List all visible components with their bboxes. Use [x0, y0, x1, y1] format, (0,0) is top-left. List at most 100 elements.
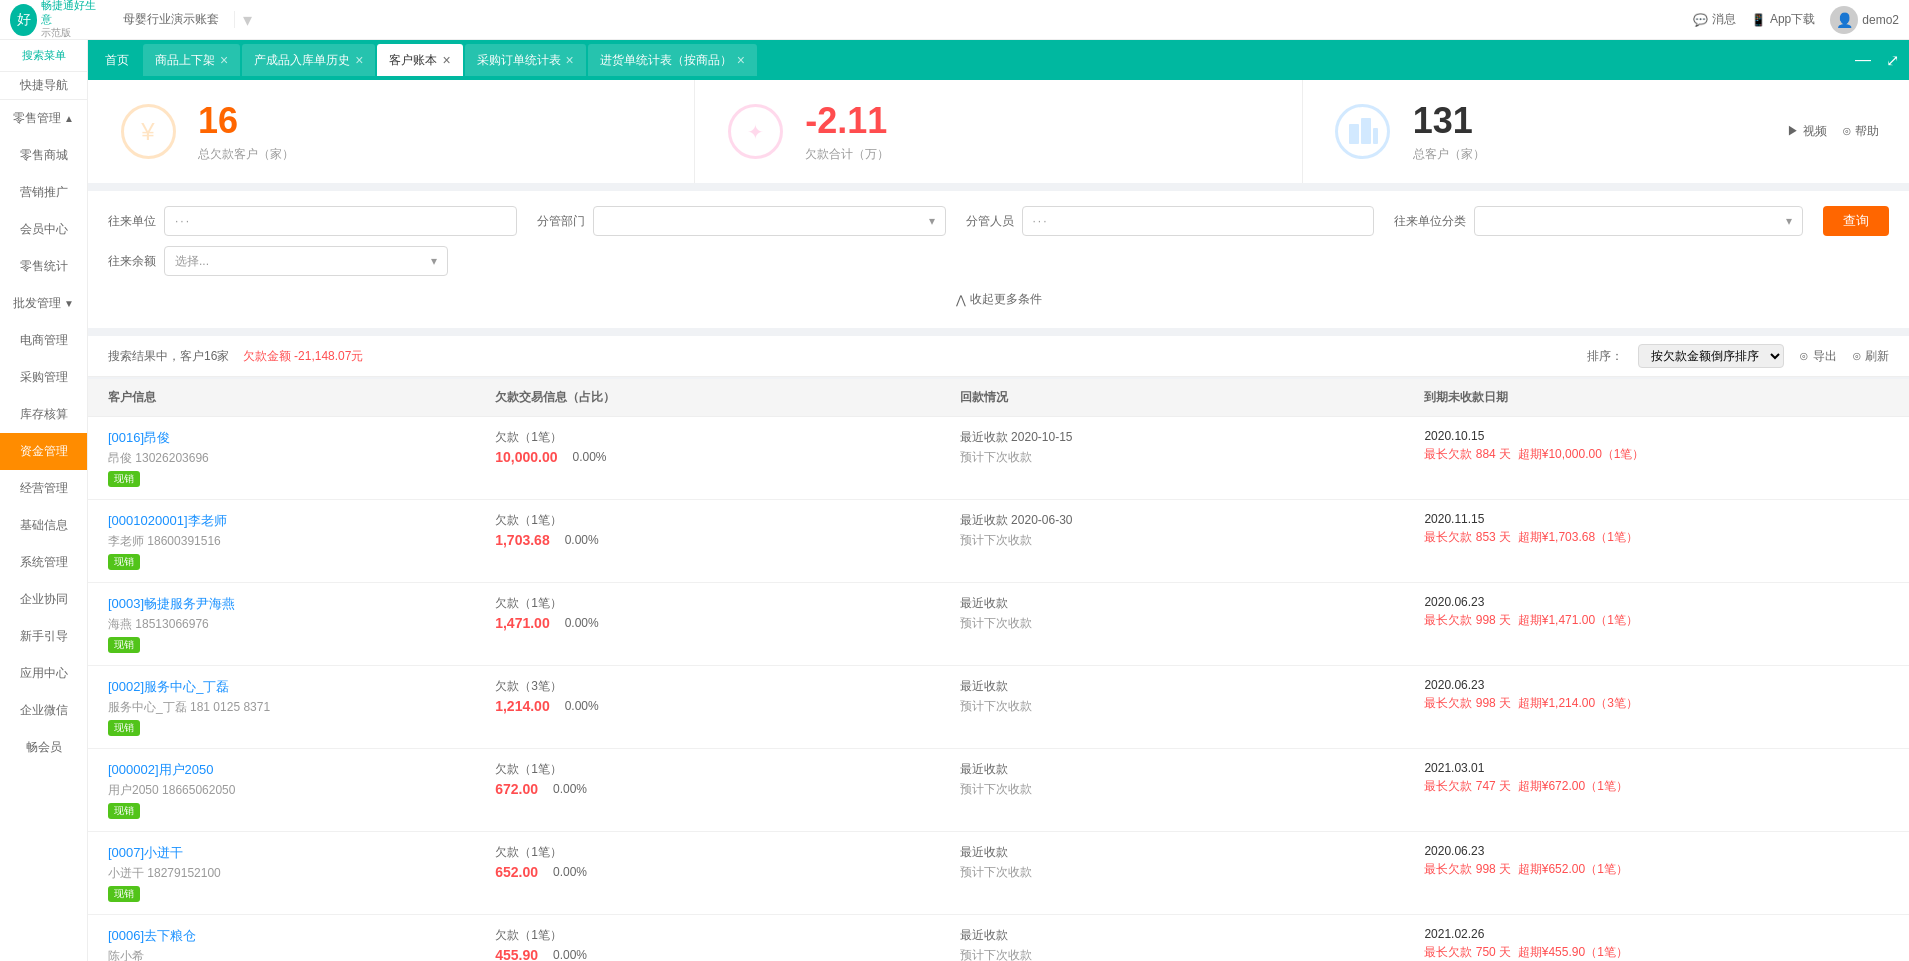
- repay-date-1: 最近收款 2020-10-15: [960, 429, 1425, 446]
- sort-select[interactable]: 按欠款金额倒序排序: [1638, 344, 1784, 368]
- sidebar-item-operation[interactable]: 经营管理: [0, 470, 87, 507]
- debt-count-2: 欠款（1笔）: [495, 512, 960, 529]
- tab-purchase-goods-close[interactable]: ×: [737, 52, 745, 68]
- col-header-customer: 客户信息: [108, 389, 495, 406]
- sidebar-item-system[interactable]: 系统管理: [0, 544, 87, 581]
- customer-detail-4: 服务中心_丁磊 181 0125 8371: [108, 699, 495, 716]
- customer-name-5[interactable]: [000002]用户2050: [108, 761, 495, 779]
- stat-info-total: 131 总客户（家）: [1413, 100, 1485, 163]
- from-unit-label: 往来单位: [108, 213, 156, 230]
- content-area: 首页 商品上下架 × 产成品入库单历史 × 客户账本 × 采购订单统计表 ×: [88, 40, 1909, 961]
- table-row: [0006]去下粮仓 陈小希 现销 欠款（1笔） 455.90 0.00%: [88, 915, 1909, 961]
- result-info: 搜索结果中，客户16家 欠款金额 -21,148.07元: [108, 348, 363, 365]
- export-icon: ⊙: [1799, 349, 1809, 363]
- tab-minimize-btn[interactable]: —: [1850, 49, 1876, 72]
- top-actions: 💬 消息 📱 App下载 👤 demo2: [1693, 6, 1899, 34]
- help-btn[interactable]: ⊙ 帮助: [1842, 123, 1879, 140]
- repay-info-1: 最近收款 2020-10-15 预计下次收款: [960, 429, 1425, 466]
- customer-info-5: [000002]用户2050 用户2050 18665062050 现销: [108, 761, 495, 819]
- repay-next-4: 预计下次收款: [960, 698, 1425, 715]
- customer-info-1: [0016]昂俊 昂俊 13026203696 现销: [108, 429, 495, 487]
- sidebar-item-retail-mgmt[interactable]: 零售管理▲: [0, 100, 87, 137]
- sidebar-item-wholesale-mgmt[interactable]: 批发管理▼: [0, 285, 87, 322]
- debt-ratio-3: 0.00%: [565, 616, 599, 630]
- repay-info-6: 最近收款 预计下次收款: [960, 844, 1425, 881]
- tab-stock[interactable]: 产成品入库单历史 ×: [242, 44, 375, 76]
- app-download-btn[interactable]: 📱 App下载: [1751, 11, 1815, 28]
- tab-purchase-goods[interactable]: 进货单统计表（按商品） ×: [588, 44, 757, 76]
- view-btn[interactable]: ▶ 视频: [1787, 123, 1826, 140]
- tab-stock-close[interactable]: ×: [355, 52, 363, 68]
- sidebar-item-retail-mall[interactable]: 零售商城: [0, 137, 87, 174]
- manager-input[interactable]: ···: [1022, 206, 1375, 236]
- tab-goods-close[interactable]: ×: [220, 52, 228, 68]
- unit-category-select[interactable]: ▾: [1474, 206, 1803, 236]
- tab-customer-account[interactable]: 客户账本 ×: [377, 44, 462, 76]
- tab-goods[interactable]: 商品上下架 ×: [143, 44, 240, 76]
- debt-info-1: 欠款（1笔） 10,000.00 0.00%: [495, 429, 960, 465]
- customer-name-3[interactable]: [0003]畅捷服务尹海燕: [108, 595, 495, 613]
- filter-from-unit: 往来单位 ···: [108, 206, 517, 236]
- customer-name-2[interactable]: [0001020001]李老师: [108, 512, 495, 530]
- export-btn[interactable]: ⊙ 导出: [1799, 348, 1836, 365]
- sidebar-item-guide[interactable]: 新手引导: [0, 618, 87, 655]
- customer-name-6[interactable]: [0007]小迸干: [108, 844, 495, 862]
- dept-select[interactable]: ▾: [593, 206, 946, 236]
- tab-purchase-close[interactable]: ×: [566, 52, 574, 68]
- refresh-btn[interactable]: ⊙ 刷新: [1852, 348, 1889, 365]
- col-header-debt: 欠款交易信息（占比）: [495, 389, 960, 406]
- sidebar-item-app-center[interactable]: 应用中心: [0, 655, 87, 692]
- customer-name-7[interactable]: [0006]去下粮仓: [108, 927, 495, 945]
- tab-stock-label: 产成品入库单历史: [254, 52, 350, 69]
- svg-rect-2: [1373, 128, 1378, 144]
- collapse-btn[interactable]: ⋀ 收起更多条件: [108, 286, 1889, 313]
- balance-select[interactable]: 选择... ▾: [164, 246, 448, 276]
- sidebar-item-retail-stat[interactable]: 零售统计: [0, 248, 87, 285]
- filter-row-1: 往来单位 ··· 分管部门 ▾: [108, 206, 1889, 236]
- sidebar-item-member2[interactable]: 畅会员: [0, 729, 87, 766]
- sidebar-item-collab[interactable]: 企业协同: [0, 581, 87, 618]
- debt-amount-1: 10,000.00: [495, 449, 557, 465]
- sidebar-item-inventory[interactable]: 库存核算: [0, 396, 87, 433]
- repay-info-2: 最近收款 2020-06-30 预计下次收款: [960, 512, 1425, 549]
- sidebar-item-marketing[interactable]: 营销推广: [0, 174, 87, 211]
- message-btn[interactable]: 💬 消息: [1693, 11, 1736, 28]
- collapse-label: 收起更多条件: [970, 291, 1042, 308]
- dept-label: 分管部门: [537, 213, 585, 230]
- sidebar-item-basic-info[interactable]: 基础信息: [0, 507, 87, 544]
- due-info-7: 2021.02.26 最长欠款 750 天 超期¥455.90（1笔）: [1424, 927, 1889, 961]
- sidebar-item-purchase[interactable]: 采购管理: [0, 359, 87, 396]
- search-button[interactable]: 查询: [1823, 206, 1889, 236]
- customer-info-7: [0006]去下粮仓 陈小希 现销: [108, 927, 495, 961]
- user-avatar-btn[interactable]: 👤 demo2: [1830, 6, 1899, 34]
- customer-name-4[interactable]: [0002]服务中心_丁磊: [108, 678, 495, 696]
- tab-home[interactable]: 首页: [93, 44, 141, 76]
- sidebar-quick-nav[interactable]: 快捷导航: [0, 72, 87, 100]
- sidebar-item-wechat[interactable]: 企业微信: [0, 692, 87, 729]
- stat-info-debt: -2.11 欠款合计（万）: [805, 100, 889, 163]
- sidebar-item-member[interactable]: 会员中心: [0, 211, 87, 248]
- due-overdue-2: 最长欠款 853 天 超期¥1,703.68（1笔）: [1424, 529, 1889, 546]
- sidebar-item-ecommerce[interactable]: 电商管理: [0, 322, 87, 359]
- sidebar-item-finance[interactable]: 资金管理: [0, 433, 87, 470]
- sidebar-search[interactable]: 搜索菜单: [0, 40, 87, 72]
- top-bar: 好 畅捷通好生意 示范版 母婴行业演示账套 ▾ 💬 消息 📱 App下载 👤: [0, 0, 1909, 40]
- repay-date-2: 最近收款 2020-06-30: [960, 512, 1425, 529]
- main-area: 搜索菜单 快捷导航 零售管理▲ 零售商城 营销推广 会员中心 零售统计 批发管理…: [0, 40, 1909, 961]
- filter-manager: 分管人员 ···: [966, 206, 1375, 236]
- debt-amount-label: 欠款合计（万）: [805, 146, 889, 163]
- due-date-2: 2020.11.15: [1424, 512, 1889, 526]
- customer-tag-4: 现销: [108, 720, 140, 736]
- tab-customer-close[interactable]: ×: [442, 52, 450, 68]
- debt-ratio-7: 0.00%: [553, 948, 587, 961]
- industry-label: 母婴行业演示账套: [108, 11, 235, 28]
- debt-count-5: 欠款（1笔）: [495, 761, 960, 778]
- app-subtitle: 示范版: [41, 26, 98, 40]
- debt-count-7: 欠款（1笔）: [495, 927, 960, 944]
- customer-tag-3: 现销: [108, 637, 140, 653]
- customer-name-1[interactable]: [0016]昂俊: [108, 429, 495, 447]
- from-unit-input[interactable]: ···: [164, 206, 517, 236]
- tab-expand-btn[interactable]: ⤢: [1881, 49, 1904, 72]
- tab-purchase-order[interactable]: 采购订单统计表 ×: [465, 44, 586, 76]
- debt-ratio-4: 0.00%: [565, 699, 599, 713]
